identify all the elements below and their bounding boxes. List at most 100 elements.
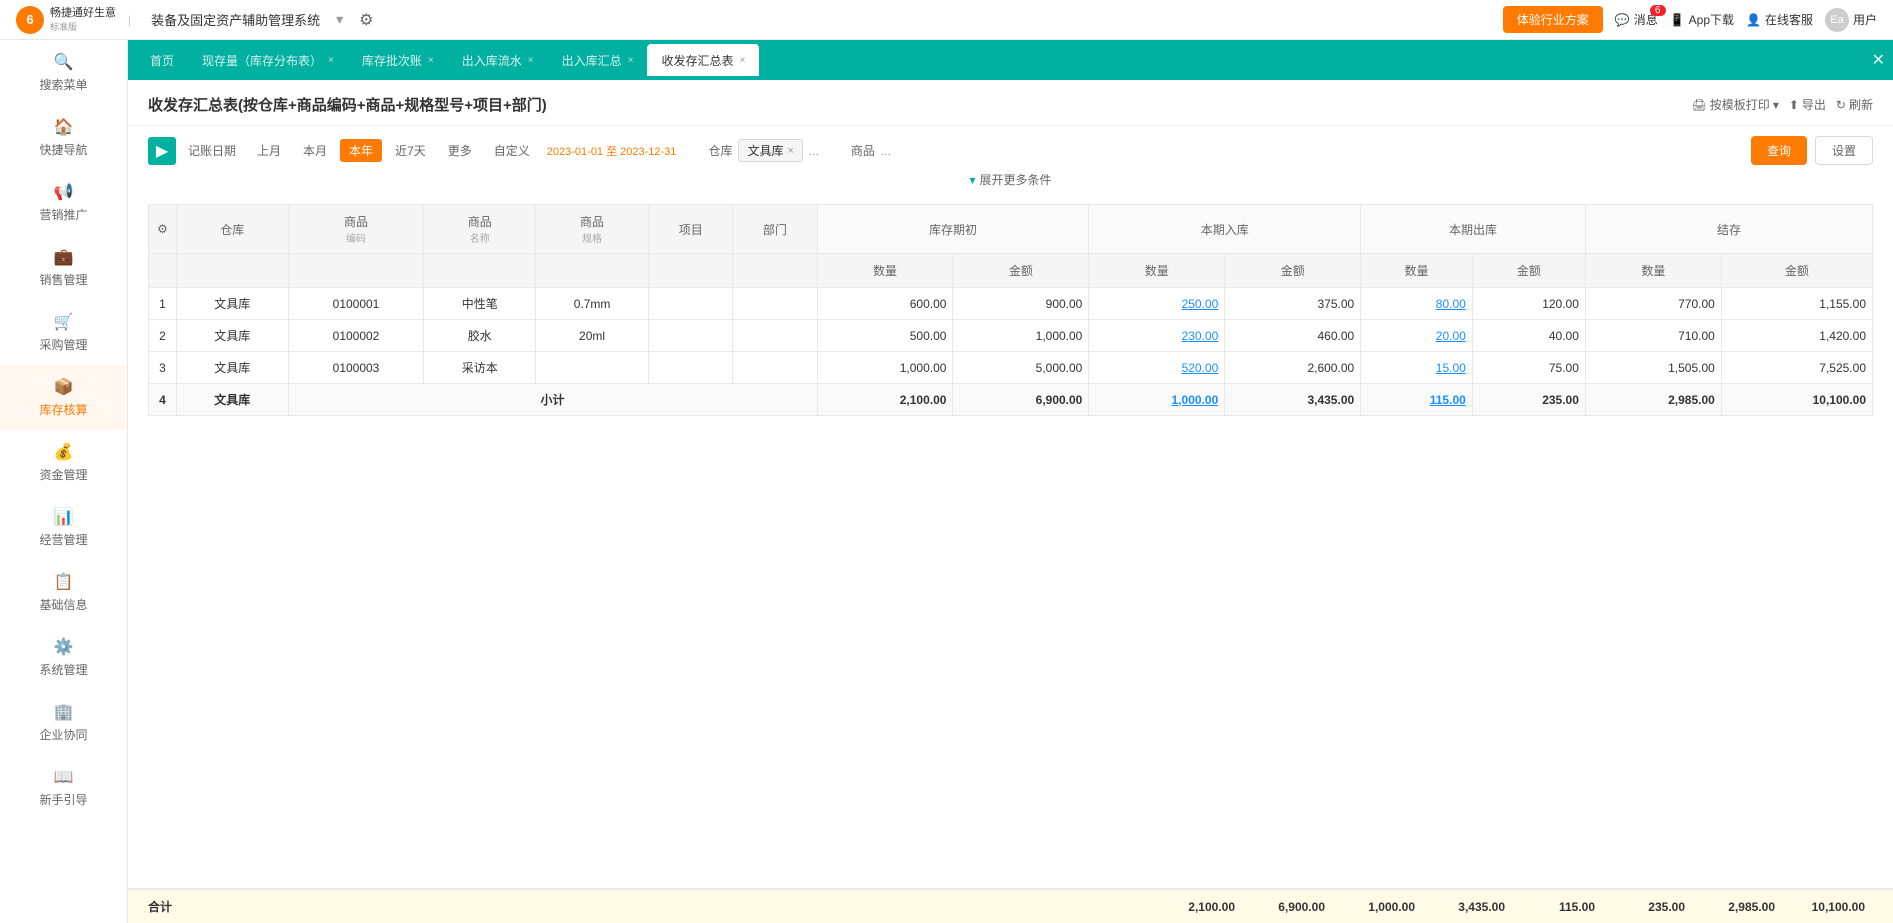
cell-in-qty[interactable]: 520.00: [1089, 352, 1225, 384]
cell-out-qty[interactable]: 80.00: [1361, 288, 1473, 320]
cell-balance-amt: 1,420.00: [1721, 320, 1872, 352]
cell-out-amt: 235.00: [1472, 384, 1585, 416]
export-button[interactable]: ⬆ 导出: [1789, 96, 1826, 113]
close-icon[interactable]: ×: [428, 55, 434, 66]
cell-project: [649, 288, 733, 320]
setting-button[interactable]: 设置: [1815, 136, 1873, 165]
date-option-last-month[interactable]: 上月: [248, 139, 290, 162]
tab-summary-inout[interactable]: 出入库汇总 ×: [548, 44, 648, 76]
user-item[interactable]: Ea 用户: [1825, 8, 1877, 32]
cell-in-qty[interactable]: 1,000.00: [1089, 384, 1225, 416]
cell-balance-amt: 7,525.00: [1721, 352, 1872, 384]
warehouse-more-btn[interactable]: ...: [809, 144, 819, 158]
cell-warehouse: 文具库: [177, 320, 289, 352]
query-button[interactable]: 查询: [1751, 136, 1807, 165]
tab-recv-send-summary[interactable]: 收发存汇总表 ×: [647, 44, 759, 76]
total-in-amt: 3,435.00: [1423, 900, 1513, 914]
cell-seq: 2: [149, 320, 177, 352]
warehouse-tag-close[interactable]: ×: [787, 145, 793, 157]
th-warehouse: 仓库: [177, 205, 289, 254]
expand-arrow-icon: ▾: [969, 173, 975, 187]
cell-out-amt: 75.00: [1472, 352, 1585, 384]
print-button[interactable]: 🖨 按模板打印 ▾: [1692, 96, 1779, 113]
total-out-qty: 115.00: [1513, 900, 1603, 914]
cell-dept: [733, 352, 817, 384]
title-actions: 🖨 按模板打印 ▾ ⬆ 导出 ↻ 刷新: [1692, 96, 1873, 113]
cell-in-qty[interactable]: 230.00: [1089, 320, 1225, 352]
sidebar-item-search[interactable]: 🔍 搜索菜单: [0, 40, 127, 105]
filter-toggle-button[interactable]: ▶: [148, 137, 176, 165]
sidebar-item-finance[interactable]: 💰 资金管理: [0, 430, 127, 495]
table-subtotal-row: 4 文具库 小计 2,100.00 6,900.00 1,000.00 3,43…: [149, 384, 1873, 416]
close-icon[interactable]: ×: [739, 55, 745, 66]
tab-flow[interactable]: 出入库流水 ×: [448, 44, 548, 76]
sidebar-item-sales[interactable]: 💼 销售管理: [0, 235, 127, 300]
messages-item[interactable]: 💬 消息 6: [1615, 11, 1658, 28]
close-icon[interactable]: ×: [528, 55, 534, 66]
sidebar-item-purchase[interactable]: 🛒 采购管理: [0, 300, 127, 365]
basic-info-icon: 📋: [54, 572, 74, 592]
warehouse-tag[interactable]: 文具库 ×: [738, 139, 802, 162]
app-download-item[interactable]: 📱 App下载: [1670, 11, 1734, 28]
th-settings[interactable]: ⚙: [149, 205, 177, 254]
th-opening-qty: 数量: [817, 254, 953, 288]
th-in-qty: 数量: [1089, 254, 1225, 288]
date-option-this-year[interactable]: 本年: [340, 139, 382, 162]
sidebar-item-label: 采购管理: [39, 336, 87, 353]
marketing-icon: 📢: [54, 182, 74, 202]
sidebar-item-business[interactable]: 📊 经营管理: [0, 495, 127, 560]
system-dropdown-icon[interactable]: ▾: [336, 11, 343, 28]
cell-out-qty[interactable]: 15.00: [1361, 352, 1473, 384]
sidebar-item-system[interactable]: ⚙️ 系统管理: [0, 625, 127, 690]
system-icon: ⚙️: [54, 637, 74, 657]
sidebar-item-basic-info[interactable]: 📋 基础信息: [0, 560, 127, 625]
close-icon[interactable]: ×: [328, 55, 334, 66]
print-icon: 🖨: [1692, 98, 1707, 112]
date-option-custom[interactable]: 自定义: [485, 139, 539, 162]
sidebar-item-quick-nav[interactable]: 🏠 快捷导航: [0, 105, 127, 170]
cell-in-qty[interactable]: 250.00: [1089, 288, 1225, 320]
tab-bar-close-button[interactable]: ✕: [1872, 50, 1885, 70]
cell-out-qty[interactable]: 20.00: [1361, 320, 1473, 352]
tab-home[interactable]: 首页: [136, 44, 188, 76]
cell-opening-qty: 500.00: [817, 320, 953, 352]
cell-out-qty[interactable]: 115.00: [1361, 384, 1473, 416]
finance-icon: 💰: [54, 442, 74, 462]
date-option-more[interactable]: 更多: [439, 139, 481, 162]
service-icon: 👤: [1746, 13, 1761, 27]
export-icon: ⬆: [1789, 98, 1799, 112]
close-icon[interactable]: ×: [628, 55, 634, 66]
tab-label: 出入库汇总: [562, 52, 622, 69]
cell-goods-code: 0100002: [288, 320, 424, 352]
sidebar-item-enterprise[interactable]: 🏢 企业协同: [0, 690, 127, 755]
goods-label: 商品: [851, 142, 875, 159]
total-balance-amt: 10,100.00: [1783, 900, 1873, 914]
date-option-this-month[interactable]: 本月: [294, 139, 336, 162]
date-option-7days[interactable]: 近7天: [386, 139, 435, 162]
expand-row[interactable]: ▾ 展开更多条件: [148, 165, 1873, 194]
top-header: 6 畅捷通好生意 标准版 | 装备及固定资产辅助管理系统 ▾ ⚙ 体验行业方案 …: [0, 0, 1893, 40]
refresh-button[interactable]: ↻ 刷新: [1836, 96, 1873, 113]
tab-inventory-dist[interactable]: 现存量（库存分布表） ×: [188, 44, 348, 76]
filter-action-btns: 查询 设置: [1751, 136, 1873, 165]
sidebar-item-inventory[interactable]: 📦 库存核算: [0, 365, 127, 430]
sidebar-item-guide[interactable]: 📖 新手引导: [0, 755, 127, 820]
cell-dept: [733, 288, 817, 320]
gear-icon[interactable]: ⚙: [359, 10, 379, 30]
total-label: 合计: [148, 898, 268, 915]
goods-more-btn[interactable]: ...: [881, 144, 891, 158]
tab-batch-ledger[interactable]: 库存批次账 ×: [348, 44, 448, 76]
logo-line2: 标准版: [50, 20, 116, 33]
sidebar-item-marketing[interactable]: 📢 营销推广: [0, 170, 127, 235]
th-balance-qty: 数量: [1585, 254, 1721, 288]
logo-line1: 畅捷通好生意: [50, 6, 116, 20]
main-table: ⚙ 仓库 商品编码 商品名称 商品规格 项目 部门 库存期初 本期入库 本期出库…: [148, 204, 1873, 416]
cell-seq: 1: [149, 288, 177, 320]
th-goods-name: 商品名称: [424, 205, 536, 254]
cell-subtotal-label: 小计: [288, 384, 817, 416]
online-service-item[interactable]: 👤 在线客服: [1746, 11, 1813, 28]
cell-opening-amt: 900.00: [953, 288, 1089, 320]
warehouse-tag-text: 文具库: [747, 142, 783, 159]
trial-button[interactable]: 体验行业方案: [1503, 6, 1603, 33]
cell-in-amt: 3,435.00: [1225, 384, 1361, 416]
